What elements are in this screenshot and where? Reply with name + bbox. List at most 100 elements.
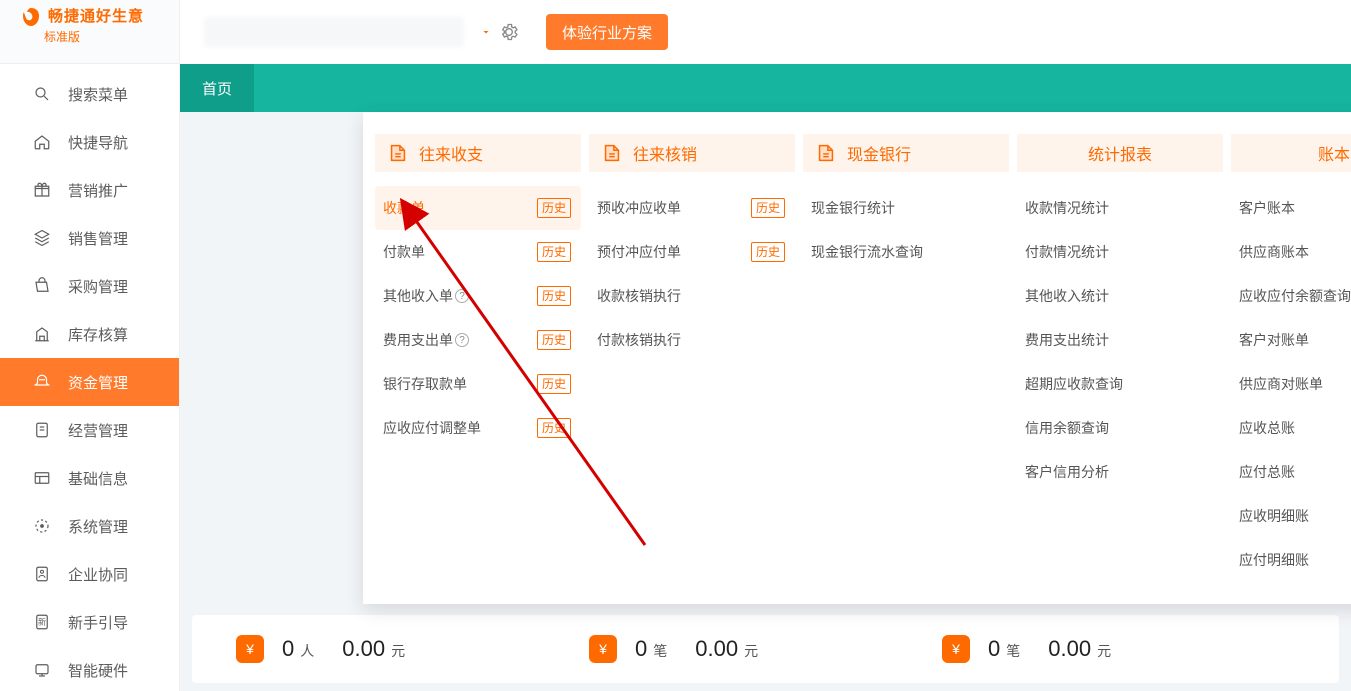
mega-link[interactable]: 付款核销执行	[597, 330, 795, 350]
stat-icon: ¥	[942, 635, 970, 663]
chevron-down-icon[interactable]	[480, 26, 492, 38]
sidebar-item-base[interactable]: 基础信息	[0, 454, 179, 502]
mega-link[interactable]: 供应商账本	[1239, 242, 1351, 262]
mega-link-row: 其他收入单?历史	[375, 274, 581, 318]
mega-link-row: 现金银行流水查询	[803, 230, 1009, 274]
history-tag[interactable]: 历史	[537, 418, 571, 438]
mega-link[interactable]: 费用支出单?	[383, 330, 537, 350]
mega-col-2: 现金银行现金银行统计现金银行流水查询	[799, 134, 1013, 582]
mega-col-1: 往来核销预收冲应收单历史预付冲应付单历史收款核销执行付款核销执行	[585, 134, 799, 582]
mega-link[interactable]: 收款核销执行	[597, 286, 795, 306]
mega-link-label: 费用支出统计	[1025, 330, 1109, 350]
mega-link-row: 付款情况统计	[1017, 230, 1223, 274]
mega-link-label: 预收冲应收单	[597, 198, 681, 218]
mega-link[interactable]: 银行存取款单	[383, 374, 537, 394]
mega-link-label: 费用支出单	[383, 330, 453, 350]
sidebar-item-label: 营销推广	[68, 180, 128, 201]
mega-link[interactable]: 预收冲应收单	[597, 198, 751, 218]
mega-link[interactable]: 供应商对账单	[1239, 374, 1351, 394]
mega-link[interactable]: 应收明细账	[1239, 506, 1351, 526]
mega-link[interactable]: 应付明细账	[1239, 550, 1351, 570]
brand-edition: 标准版	[44, 30, 161, 44]
mega-link-label: 其他收入单	[383, 286, 453, 306]
mega-link[interactable]: 预付冲应付单	[597, 242, 751, 262]
mega-link[interactable]: 收款单	[383, 198, 537, 218]
mega-col-title: 往来收支	[419, 141, 483, 165]
mega-link-row: 超期应收款查询	[1017, 362, 1223, 406]
mega-link[interactable]: 现金银行流水查询	[811, 242, 1009, 262]
sidebar-item-label: 资金管理	[68, 372, 128, 393]
cta-industry-plan-button[interactable]: 体验行业方案	[546, 14, 668, 50]
mega-link[interactable]: 客户信用分析	[1025, 462, 1223, 482]
mega-link-label: 超期应收款查询	[1025, 374, 1123, 394]
stat-amount-unit: 元	[1097, 641, 1111, 661]
mega-link-row: 应收应付余额查询	[1231, 274, 1351, 318]
mega-link[interactable]: 现金银行统计	[811, 198, 1009, 218]
mega-link[interactable]: 收款情况统计	[1025, 198, 1223, 218]
sidebar-item-label: 搜索菜单	[68, 84, 128, 105]
history-tag[interactable]: 历史	[751, 242, 785, 262]
stat-block: ¥0笔0.00元	[589, 635, 942, 663]
sidebar-item-guide[interactable]: 新新手引导	[0, 598, 179, 646]
history-tag[interactable]: 历史	[537, 242, 571, 262]
mega-link-label: 付款情况统计	[1025, 242, 1109, 262]
help-icon[interactable]: ?	[455, 289, 469, 303]
sidebar-item-funds[interactable]: 资金管理	[0, 358, 179, 406]
mega-col-title: 账本	[1318, 141, 1350, 165]
mega-link[interactable]: 客户对账单	[1239, 330, 1351, 350]
funds-icon	[32, 372, 52, 392]
sidebar-item-home[interactable]: 快捷导航	[0, 118, 179, 166]
mega-link-label: 预付冲应付单	[597, 242, 681, 262]
cta-label: 体验行业方案	[562, 22, 652, 43]
history-tag[interactable]: 历史	[537, 198, 571, 218]
help-icon[interactable]: ?	[455, 333, 469, 347]
tab-home-label: 首页	[202, 78, 232, 99]
sidebar-item-hardware[interactable]: 智能硬件	[0, 646, 179, 691]
mega-link-label: 供应商账本	[1239, 242, 1309, 262]
sidebar-item-system[interactable]: 系统管理	[0, 502, 179, 550]
history-tag[interactable]: 历史	[751, 198, 785, 218]
mega-link[interactable]: 客户账本	[1239, 198, 1351, 218]
sidebar-item-label: 基础信息	[68, 468, 128, 489]
mega-link[interactable]: 付款情况统计	[1025, 242, 1223, 262]
mega-link-label: 应收总账	[1239, 418, 1295, 438]
mega-link[interactable]: 其他收入单?	[383, 286, 537, 306]
mega-link-row: 客户信用分析	[1017, 450, 1223, 494]
mega-link[interactable]: 付款单	[383, 242, 537, 262]
sidebar-item-collab[interactable]: 企业协同	[0, 550, 179, 598]
stat-block: ¥0笔0.00元	[942, 635, 1295, 663]
mega-link[interactable]: 应付总账	[1239, 462, 1351, 482]
mega-link[interactable]: 应收应付调整单	[383, 418, 537, 438]
sidebar-item-label: 采购管理	[68, 276, 128, 297]
sidebar-item-search[interactable]: 搜索菜单	[0, 70, 179, 118]
mega-link[interactable]: 超期应收款查询	[1025, 374, 1223, 394]
mega-col-header: 统计报表	[1017, 134, 1223, 172]
sidebar-item-cart[interactable]: 采购管理	[0, 262, 179, 310]
mega-link-label: 客户账本	[1239, 198, 1295, 218]
mega-link[interactable]: 其他收入统计	[1025, 286, 1223, 306]
brand-name: 畅捷通好生意	[48, 8, 144, 26]
biz-icon	[32, 420, 52, 440]
mega-link[interactable]: 应收应付余额查询	[1239, 286, 1351, 306]
mega-link-row: 信用余额查询	[1017, 406, 1223, 450]
mega-link-label: 付款单	[383, 242, 425, 262]
topbar: 体验行业方案	[180, 0, 1351, 64]
mega-col-header: 往来核销	[589, 134, 795, 172]
sidebar-item-gift[interactable]: 营销推广	[0, 166, 179, 214]
mega-link[interactable]: 费用支出统计	[1025, 330, 1223, 350]
mega-link-label: 客户信用分析	[1025, 462, 1109, 482]
history-tag[interactable]: 历史	[537, 286, 571, 306]
sidebar-item-sale[interactable]: 销售管理	[0, 214, 179, 262]
mega-link[interactable]: 应收总账	[1239, 418, 1351, 438]
mega-link-row: 预收冲应收单 历史	[589, 186, 795, 230]
sidebar-item-biz[interactable]: 经营管理	[0, 406, 179, 454]
mega-link[interactable]: 信用余额查询	[1025, 418, 1223, 438]
history-tag[interactable]: 历史	[537, 330, 571, 350]
history-tag[interactable]: 历史	[537, 374, 571, 394]
stat-icon: ¥	[236, 635, 264, 663]
tab-home[interactable]: 首页	[180, 64, 254, 112]
gear-icon[interactable]	[492, 15, 526, 49]
mega-link-label: 收款核销执行	[597, 286, 681, 306]
sidebar-item-stock[interactable]: 库存核算	[0, 310, 179, 358]
org-selector[interactable]	[204, 17, 464, 47]
